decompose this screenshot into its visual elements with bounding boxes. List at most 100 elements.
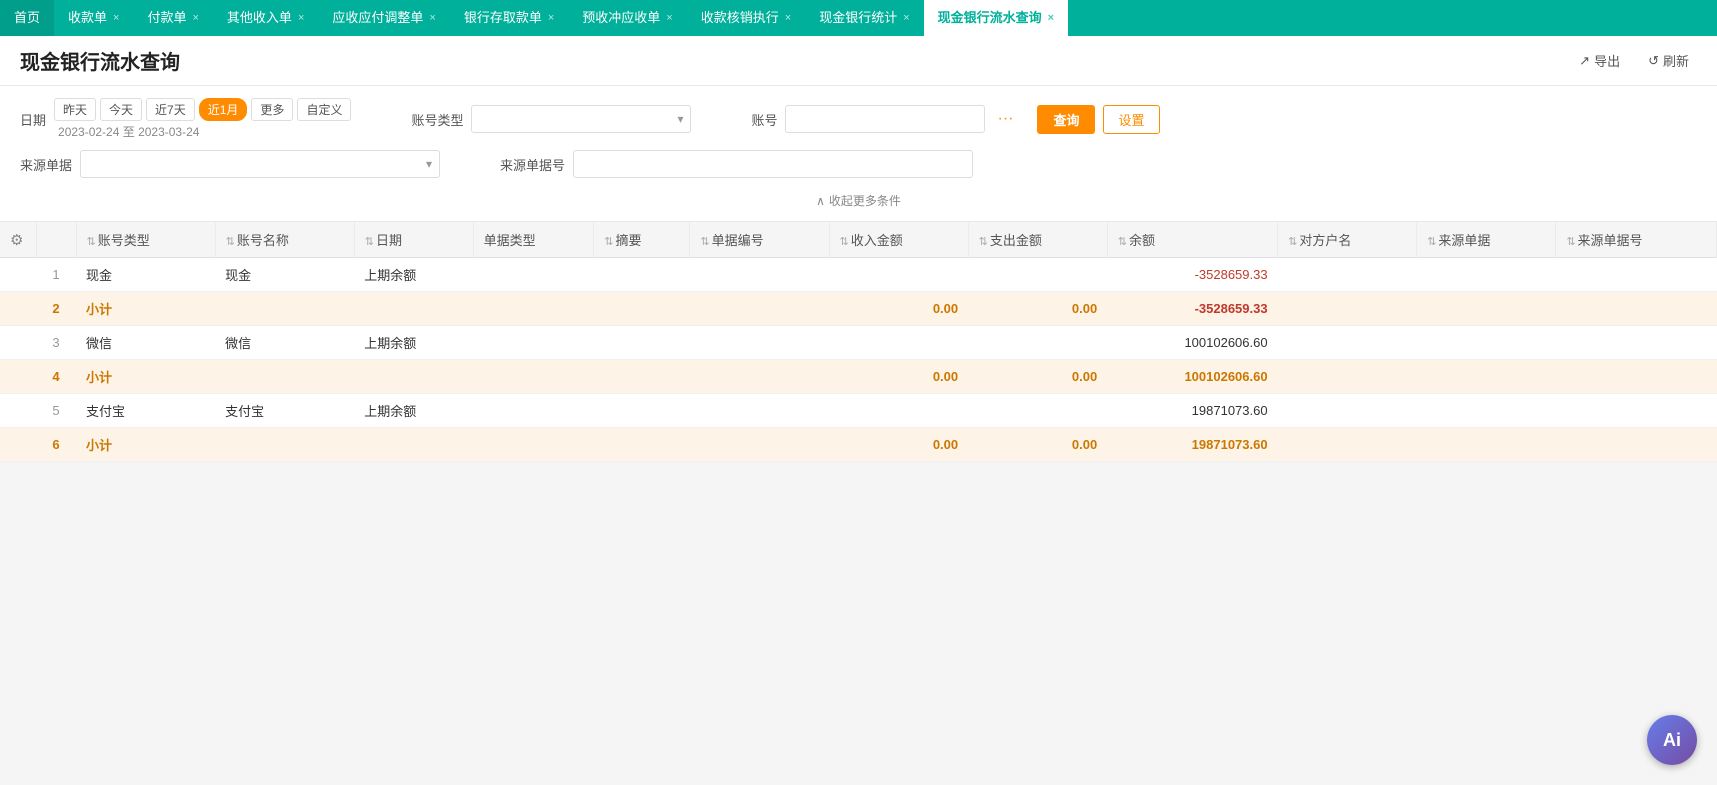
col-header-account-name[interactable]: ⇅账号名称 — [215, 222, 354, 258]
date-btn-1month[interactable]: 近1月 — [199, 98, 248, 121]
row-date-cell — [354, 360, 473, 394]
row-source-doc-no-cell — [1556, 292, 1717, 326]
nav-receipt-close[interactable]: × — [113, 0, 119, 36]
row-account-type-cell: 微信 — [76, 326, 215, 360]
nav-ar-ap-adjust-close[interactable]: × — [429, 0, 435, 36]
nav-payment-close[interactable]: × — [192, 0, 198, 36]
account-type-label: 账号类型 — [411, 110, 463, 129]
account-input[interactable] — [785, 105, 985, 133]
date-btn-more[interactable]: 更多 — [251, 98, 293, 121]
nav-payment[interactable]: 付款单 × — [133, 0, 212, 36]
data-table: ⚙ ⇅账号类型 ⇅账号名称 ⇅日期 单据类型 ⇅摘要 ⇅单据编号 — [0, 222, 1717, 462]
table-header-row: ⚙ ⇅账号类型 ⇅账号名称 ⇅日期 单据类型 ⇅摘要 ⇅单据编号 — [0, 222, 1717, 258]
nav-ar-ap-adjust-label: 应收应付调整单 — [332, 0, 423, 36]
row-balance-cell: 100102606.60 — [1107, 326, 1277, 360]
export-button[interactable]: ↗ 导出 — [1571, 47, 1628, 74]
col-header-balance[interactable]: ⇅余额 — [1107, 222, 1277, 258]
col-header-account-type[interactable]: ⇅账号类型 — [76, 222, 215, 258]
col-header-expense[interactable]: ⇅支出金额 — [968, 222, 1107, 258]
date-filter-label: 日期 — [20, 110, 46, 129]
nav-receipt[interactable]: 收款单 × — [54, 0, 133, 36]
row-doc-no-cell — [690, 428, 829, 462]
row-settings-cell — [0, 360, 36, 394]
account-type-select[interactable] — [471, 105, 691, 133]
filter-area: 日期 昨天 今天 近7天 近1月 更多 自定义 2023-02-24 至 202… — [0, 86, 1717, 222]
account-type-filter-group: 账号类型 ▾ — [411, 105, 691, 133]
settings-button[interactable]: 设置 — [1103, 105, 1159, 134]
ai-label: Ai — [1663, 730, 1681, 751]
row-settings-cell — [0, 326, 36, 360]
account-label: 账号 — [751, 110, 777, 129]
filter-row-2: 来源单据 ▾ 来源单据号 — [20, 150, 1697, 178]
nav-cash-flow[interactable]: 现金银行流水查询 × — [924, 0, 1068, 36]
sort-date-icon: ⇅ — [365, 236, 374, 248]
row-doc-no-cell — [690, 394, 829, 428]
nav-bank-deposit[interactable]: 银行存取款单 × — [450, 0, 568, 36]
row-num-cell: 1 — [36, 258, 76, 292]
col-header-source-doc[interactable]: ⇅来源单据 — [1417, 222, 1556, 258]
nav-receipt-exec[interactable]: 收款核销执行 × — [687, 0, 805, 36]
date-btn-7days[interactable]: 近7天 — [146, 98, 195, 121]
source-doc-num-input[interactable] — [573, 150, 973, 178]
collapse-button[interactable]: ∧ 收起更多条件 — [816, 192, 901, 209]
date-filter-group: 日期 昨天 今天 近7天 近1月 更多 自定义 2023-02-24 至 202… — [20, 98, 351, 140]
col-header-income[interactable]: ⇅收入金额 — [829, 222, 968, 258]
nav-receipt-exec-close[interactable]: × — [785, 0, 791, 36]
row-num-cell: 4 — [36, 360, 76, 394]
row-summary-cell — [594, 326, 690, 360]
row-balance-cell: 19871073.60 — [1107, 394, 1277, 428]
query-button[interactable]: 查询 — [1037, 105, 1095, 134]
row-doc-no-cell — [690, 326, 829, 360]
date-btn-yesterday[interactable]: 昨天 — [54, 98, 96, 121]
ai-badge[interactable]: Ai — [1647, 715, 1697, 765]
col-header-counterpart[interactable]: ⇅对方户名 — [1278, 222, 1417, 258]
table-settings-icon[interactable]: ⚙ — [10, 232, 23, 249]
row-counterpart-cell — [1278, 258, 1417, 292]
col-header-summary[interactable]: ⇅摘要 — [594, 222, 690, 258]
nav-other-income-close[interactable]: × — [298, 0, 304, 36]
row-doc-no-cell — [690, 292, 829, 326]
row-doc-type-cell — [473, 258, 594, 292]
sort-counterpart-icon: ⇅ — [1288, 236, 1297, 248]
nav-prepay-close[interactable]: × — [666, 0, 672, 36]
row-summary-cell — [594, 394, 690, 428]
row-account-name-cell — [215, 360, 354, 394]
nav-bank-deposit-close[interactable]: × — [548, 0, 554, 36]
row-income-cell — [829, 258, 968, 292]
row-source-doc-cell — [1417, 258, 1556, 292]
col-header-doc-no[interactable]: ⇅单据编号 — [690, 222, 829, 258]
row-account-type-cell: 现金 — [76, 258, 215, 292]
col-header-num — [36, 222, 76, 258]
row-balance-cell: -3528659.33 — [1107, 292, 1277, 326]
row-account-type-cell: 小计 — [76, 292, 215, 326]
refresh-icon: ↺ — [1648, 53, 1659, 69]
nav-cash-stats[interactable]: 现金银行统计 × — [805, 0, 923, 36]
nav-home[interactable]: 首页 — [0, 0, 54, 36]
row-num-cell: 2 — [36, 292, 76, 326]
nav-ar-ap-adjust[interactable]: 应收应付调整单 × — [318, 0, 449, 36]
table-container: ⚙ ⇅账号类型 ⇅账号名称 ⇅日期 单据类型 ⇅摘要 ⇅单据编号 — [0, 222, 1717, 462]
export-icon: ↗ — [1579, 53, 1590, 69]
nav-cash-flow-close[interactable]: × — [1048, 0, 1054, 36]
date-btn-today[interactable]: 今天 — [100, 98, 142, 121]
sort-account-name-icon: ⇅ — [226, 236, 235, 248]
row-account-name-cell: 支付宝 — [215, 394, 354, 428]
row-source-doc-no-cell — [1556, 394, 1717, 428]
row-counterpart-cell — [1278, 394, 1417, 428]
row-income-cell — [829, 394, 968, 428]
col-header-source-doc-no[interactable]: ⇅来源单据号 — [1556, 222, 1717, 258]
nav-prepay[interactable]: 预收冲应收单 × — [568, 0, 686, 36]
source-doc-select[interactable] — [80, 150, 440, 178]
date-btn-custom[interactable]: 自定义 — [297, 98, 351, 121]
account-dots-button[interactable]: ··· — [993, 110, 1017, 128]
refresh-button[interactable]: ↺ 刷新 — [1640, 47, 1697, 74]
col-header-date[interactable]: ⇅日期 — [354, 222, 473, 258]
row-expense-cell: 0.00 — [968, 428, 1107, 462]
nav-other-income[interactable]: 其他收入单 × — [213, 0, 318, 36]
row-account-name-cell: 微信 — [215, 326, 354, 360]
nav-other-income-label: 其他收入单 — [227, 0, 292, 36]
nav-bank-deposit-label: 银行存取款单 — [464, 0, 542, 36]
nav-cash-flow-label: 现金银行流水查询 — [938, 0, 1042, 36]
col-header-doc-type[interactable]: 单据类型 — [473, 222, 594, 258]
nav-cash-stats-close[interactable]: × — [903, 0, 909, 36]
